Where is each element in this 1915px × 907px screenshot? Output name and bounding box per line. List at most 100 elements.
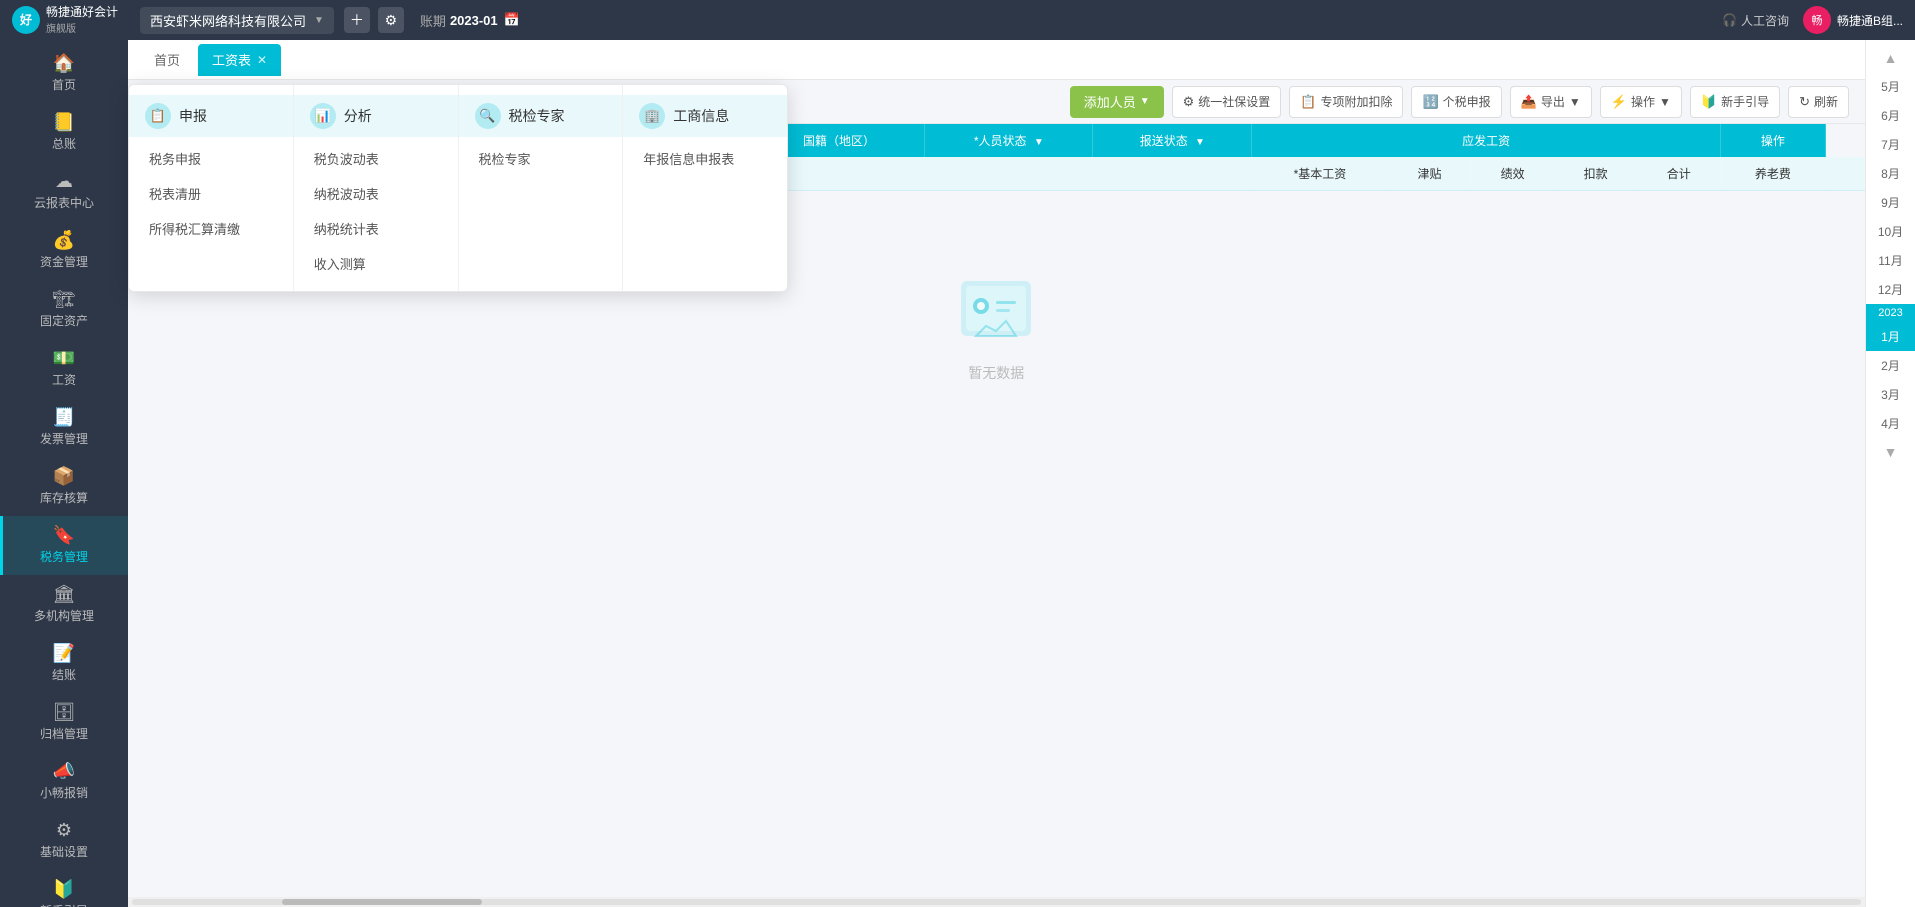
guide-btn[interactable]: 🔰 新手引导 [1690, 86, 1780, 118]
horizontal-scrollbar[interactable] [128, 897, 1865, 907]
tax-dropdown-menu: 📋 申报 税务申报 税表清册 所得税汇算清缴 📊 分析 税负波动表 纳税波动表 … [128, 84, 788, 292]
add-person-btn[interactable]: 添加人员 ▼ [1070, 86, 1164, 118]
sidebar-item-invoice[interactable]: 🧾 发票管理 [0, 398, 128, 457]
th-total: 合计 [1637, 157, 1720, 191]
dropdown-item-income-estimate[interactable]: 收入测算 [294, 246, 458, 281]
tab-close-btn[interactable]: ✕ [257, 53, 267, 67]
scrollbar-thumb[interactable] [282, 899, 482, 905]
special-deduction-label: 专项附加扣除 [1320, 93, 1392, 110]
sidebar-item-salary[interactable]: 💵 工资 [0, 339, 128, 398]
rp-month-6[interactable]: 6月 [1866, 101, 1915, 130]
sidebar-label-archive: 归档管理 [40, 725, 88, 742]
dropdown-item-tax-burden[interactable]: 税负波动表 [294, 141, 458, 176]
dropdown-section-header-expert: 🔍 税检专家 [459, 95, 623, 137]
operation-label: 操作 [1631, 93, 1655, 110]
dropdown-item-tax-declare[interactable]: 税务申报 [129, 141, 293, 176]
guide-btn-label: 新手引导 [1721, 93, 1769, 110]
dropdown-section-declare: 📋 申报 税务申报 税表清册 所得税汇算清缴 [129, 85, 293, 291]
social-security-btn[interactable]: ⚙ 统一社保设置 [1172, 86, 1282, 118]
sidebar-item-guide[interactable]: 🔰 新手引导 [0, 870, 128, 907]
user-info[interactable]: 畅 畅捷通B组... [1803, 6, 1903, 34]
dropdown-section-business: 🏢 工商信息 年报信息申报表 [622, 85, 787, 291]
rp-month-7[interactable]: 7月 [1866, 130, 1915, 159]
rp-month-1[interactable]: 1月 [1866, 322, 1915, 351]
operation-icon: ⚡ [1611, 94, 1627, 110]
business-section-icon: 🏢 [639, 103, 665, 129]
filter-report-status[interactable]: ▼ [1195, 137, 1205, 148]
sidebar-item-closing[interactable]: 📝 结账 [0, 634, 128, 693]
sidebar-label-home: 首页 [52, 76, 76, 93]
export-arrow: ▼ [1569, 95, 1581, 109]
app-name: 畅捷通好会计 [46, 5, 118, 19]
tab-salary-sheet[interactable]: 工资表 ✕ [198, 44, 281, 76]
sidebar-label-cloud: 云报表中心 [34, 194, 94, 211]
export-btn[interactable]: 📤 导出 ▼ [1510, 86, 1592, 118]
special-deduction-icon: 📋 [1300, 94, 1316, 110]
dropdown-section-header-business: 🏢 工商信息 [623, 95, 787, 137]
sidebar-item-home[interactable]: 🏠 首页 [0, 44, 128, 103]
dropdown-item-tax-register[interactable]: 税表清册 [129, 176, 293, 211]
sidebar-label-tax: 税务管理 [40, 548, 88, 565]
th-base-salary: *基本工资 [1252, 157, 1388, 191]
rp-down-btn[interactable]: ▼ [1877, 438, 1905, 466]
sidebar-item-ledger[interactable]: 📒 总账 [0, 103, 128, 162]
dropdown-item-tax-payment[interactable]: 纳税波动表 [294, 176, 458, 211]
tab-home[interactable]: 首页 [140, 44, 194, 76]
special-deduction-btn[interactable]: 📋 专项附加扣除 [1289, 86, 1403, 118]
add-company-btn[interactable]: ＋ [344, 7, 370, 33]
operation-btn[interactable]: ⚡ 操作 ▼ [1600, 86, 1682, 118]
top-bar-right: 🎧 人工咨询 畅 畅捷通B组... [1722, 6, 1903, 34]
sidebar-item-assets[interactable]: 🏗 固定资产 [0, 280, 128, 339]
inventory-icon: 📦 [53, 467, 75, 485]
period-calendar-icon[interactable]: 📅 [504, 12, 520, 28]
rp-month-5[interactable]: 5月 [1866, 72, 1915, 101]
sidebar-item-fund[interactable]: 💰 资金管理 [0, 221, 128, 280]
closing-icon: 📝 [53, 644, 75, 662]
user-name: 畅捷通B组... [1837, 12, 1903, 29]
refresh-icon: ↻ [1799, 94, 1810, 110]
dropdown-section-expert: 🔍 税检专家 税检专家 [458, 85, 623, 291]
tab-salary-label: 工资表 [212, 50, 251, 69]
rp-month-10[interactable]: 10月 [1866, 217, 1915, 246]
tax-declare-icon: 🔢 [1422, 94, 1438, 110]
analysis-section-title: 分析 [344, 106, 372, 126]
dropdown-item-tax-stats[interactable]: 纳税统计表 [294, 211, 458, 246]
sidebar-item-multi-org[interactable]: 🏛 多机构管理 [0, 575, 128, 634]
rp-month-12[interactable]: 12月 [1866, 275, 1915, 304]
rp-up-btn[interactable]: ▲ [1877, 44, 1905, 72]
sidebar-item-cloud-report[interactable]: ☁ 云报表中心 [0, 162, 128, 221]
tax-icon: 🔖 [53, 526, 75, 544]
rp-month-9[interactable]: 9月 [1866, 188, 1915, 217]
sidebar-item-settings[interactable]: ⚙ 基础设置 [0, 811, 128, 870]
service-label: 人工咨询 [1741, 12, 1789, 29]
sidebar-item-inventory[interactable]: 📦 库存核算 [0, 457, 128, 516]
dropdown-item-annual-report[interactable]: 年报信息申报表 [623, 141, 787, 176]
sidebar-item-archive[interactable]: 🗄 归档管理 [0, 693, 128, 752]
rp-month-8[interactable]: 8月 [1866, 159, 1915, 188]
sidebar-item-expense[interactable]: 📣 小畅报销 [0, 752, 128, 811]
dropdown-section-analysis: 📊 分析 税负波动表 纳税波动表 纳税统计表 收入测算 [293, 85, 458, 291]
tax-declare-btn[interactable]: 🔢 个税申报 [1411, 86, 1501, 118]
dropdown-item-tax-expert[interactable]: 税检专家 [459, 141, 623, 176]
tab-bar: 首页 工资表 ✕ [128, 40, 1865, 80]
rp-month-4[interactable]: 4月 [1866, 409, 1915, 438]
rp-month-11[interactable]: 11月 [1866, 246, 1915, 275]
settings-btn[interactable]: ⚙ [378, 7, 404, 33]
empty-icon [946, 271, 1046, 351]
sidebar-label-expense: 小畅报销 [40, 784, 88, 801]
declare-section-title: 申报 [179, 106, 207, 126]
refresh-btn[interactable]: ↻ 刷新 [1788, 86, 1849, 118]
filter-person-status[interactable]: ▼ [1034, 137, 1044, 148]
rp-month-3[interactable]: 3月 [1866, 380, 1915, 409]
rp-month-2[interactable]: 2月 [1866, 351, 1915, 380]
sidebar-item-tax[interactable]: 🔖 税务管理 [0, 516, 128, 575]
headset-icon: 🎧 [1722, 13, 1737, 27]
company-dropdown-arrow: ▼ [314, 15, 324, 26]
company-selector[interactable]: 西安虾米网络科技有限公司 ▼ [140, 7, 334, 34]
dropdown-item-income-tax-settlement[interactable]: 所得税汇算清缴 [129, 211, 293, 246]
ledger-icon: 📒 [53, 113, 75, 131]
analysis-section-icon: 📊 [310, 103, 336, 129]
service-btn[interactable]: 🎧 人工咨询 [1722, 12, 1789, 29]
period-info: 账期 2023-01 📅 [420, 11, 520, 30]
assets-icon: 🏗 [53, 290, 76, 308]
